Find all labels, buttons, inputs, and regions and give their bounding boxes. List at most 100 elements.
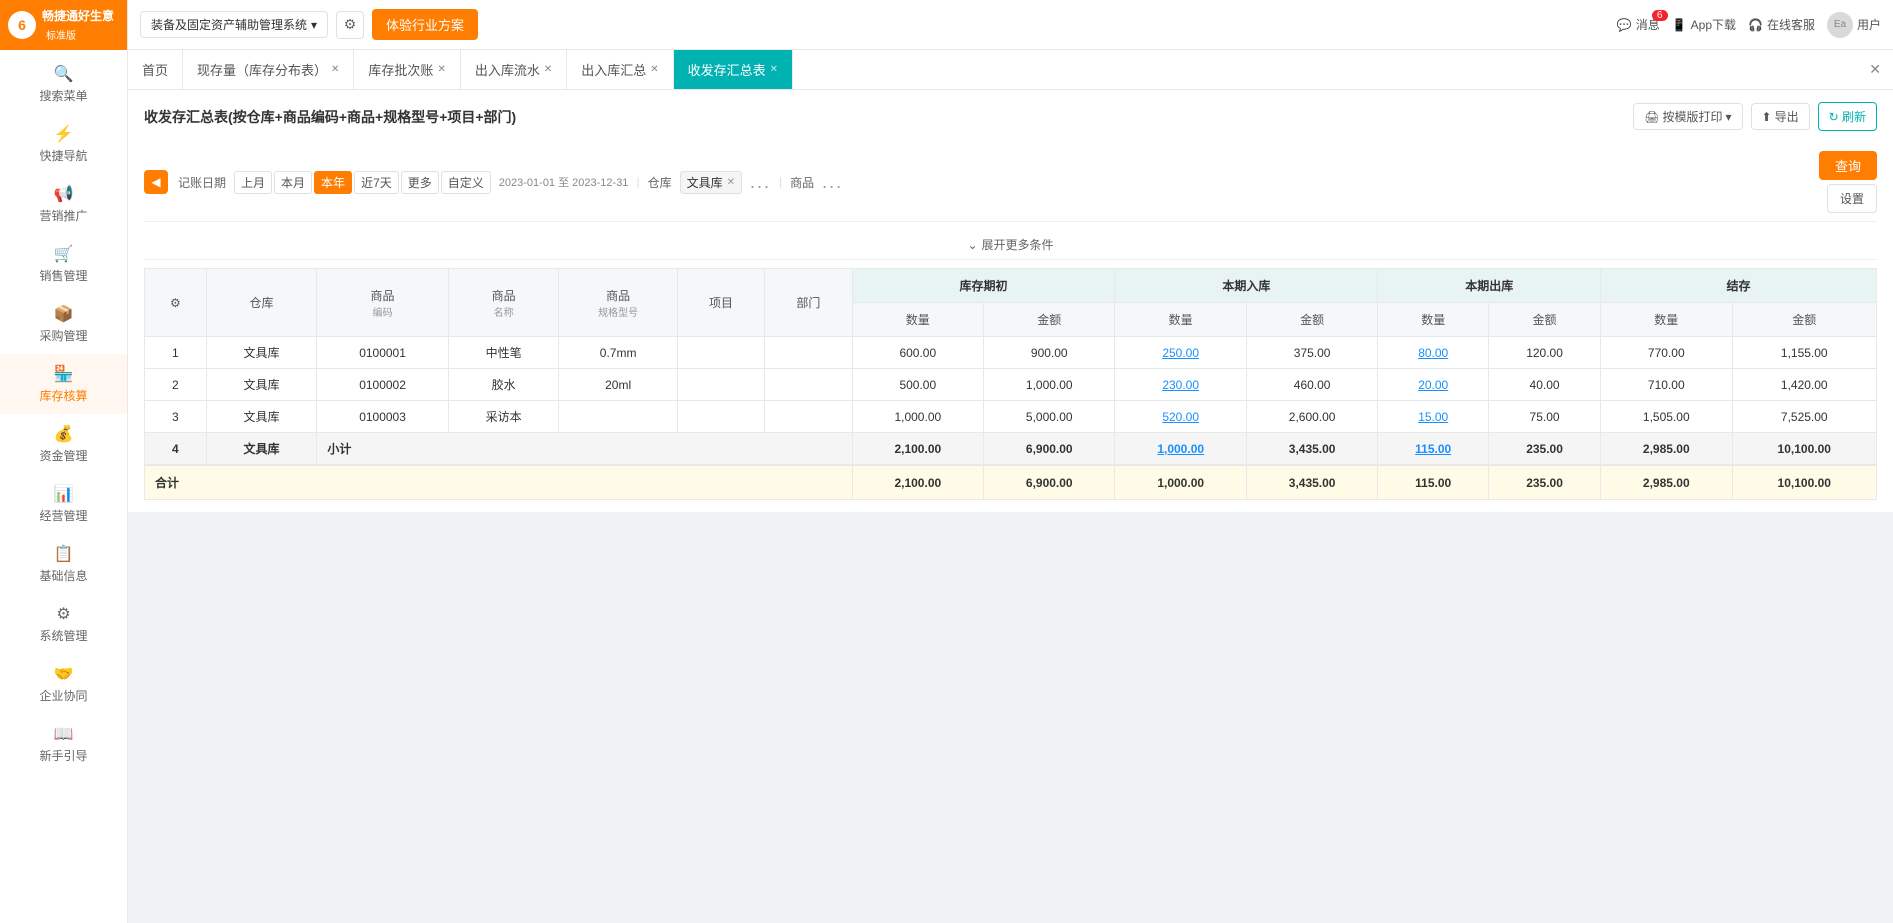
expand-down-icon: ⌄ [967,238,977,252]
col-open-qty-header: 数量 [852,303,983,337]
online-service-button[interactable]: 🎧 在线客服 [1748,16,1815,33]
tab-batch[interactable]: 库存批次账✕ [354,50,460,90]
cell-spec: 20ml [559,369,677,401]
col-settings-header[interactable]: ⚙ [145,269,207,337]
cell-out-qty[interactable]: 15.00 [1378,401,1489,433]
filter-collapse-button[interactable]: ◀ [144,170,168,194]
app-download-button[interactable]: 📱 App下载 [1672,16,1736,33]
sidebar-item-collab[interactable]: 🤝 企业协同 [0,654,127,714]
table-row: 2 文具库 0100002 胶水 20ml 500.00 1,000.00 23… [145,369,1877,401]
date-btn-本月[interactable]: 本月 [274,171,312,194]
tab-close-icon[interactable]: ✕ [650,64,658,75]
print-btn[interactable]: 🖨 按模版打印 ▾ [1633,103,1742,130]
col-in-qty-header: 数量 [1115,303,1246,337]
experience-btn[interactable]: 体验行业方案 [372,9,478,40]
query-button[interactable]: 查询 [1819,151,1877,180]
refresh-btn[interactable]: ↻ 刷新 [1818,102,1877,131]
subtotal-out-amt: 235.00 [1489,433,1601,466]
guide-icon: 📖 [54,724,74,744]
tab-close-icon[interactable]: ✕ [770,64,778,75]
sidebar-item-sales[interactable]: 🛒 销售管理 [0,234,127,294]
cell-open-qty: 600.00 [852,337,983,369]
setting-button[interactable]: 设置 [1827,184,1877,213]
filter-bar: ◀ 记账日期 上月本月本年近7天更多自定义 2023-01-01 至 2023-… [144,143,1877,222]
cell-close-qty: 710.00 [1601,369,1732,401]
finance-icon: 💰 [54,424,74,444]
cell-open-amt: 900.00 [984,337,1115,369]
expand-more-button[interactable]: ⌄ 展开更多条件 [144,230,1877,260]
cell-in-qty[interactable]: 520.00 [1115,401,1246,433]
inventory-icon: 🏪 [54,364,74,384]
cell-out-qty[interactable]: 20.00 [1378,369,1489,401]
cell-no: 1 [145,337,207,369]
main-content: 装备及固定资产辅助管理系统 ▾ ⚙ 体验行业方案 💬 消息 6 📱 App下载 … [128,0,1893,923]
message-icon: 💬 [1617,18,1632,32]
sidebar-item-system[interactable]: ⚙系统管理 [0,594,127,654]
logo-text: 畅捷通好生意 标准版 [42,7,114,43]
subtotal-out-qty[interactable]: 115.00 [1378,433,1489,466]
sidebar-item-operation[interactable]: 📊经营管理 [0,474,127,534]
date-btn-自定义[interactable]: 自定义 [441,171,491,194]
cell-in-qty[interactable]: 230.00 [1115,369,1246,401]
tab-stock-dist[interactable]: 现存量（库存分布表） ✕ [183,50,354,90]
sidebar-item-base[interactable]: 📋基础信息 [0,534,127,594]
subtotal-open-qty: 2,100.00 [852,433,983,466]
cell-out-qty[interactable]: 80.00 [1378,337,1489,369]
sidebar-item-label: 企业协同 [39,687,87,704]
warehouse-value: 文具库 [687,174,723,191]
goods-more-button[interactable]: ... [822,172,843,193]
warehouse-more-button[interactable]: ... [750,172,771,193]
sidebar-item-purchase[interactable]: 📦采购管理 [0,294,127,354]
tab-close-icon[interactable]: ✕ [544,64,552,75]
sidebar-item-guide[interactable]: 📖新手引导 [0,714,127,774]
cell-spec: 0.7mm [559,337,677,369]
date-btn-近7天[interactable]: 近7天 [354,171,399,194]
tab-label: 收发存汇总表 [688,60,766,79]
table-row: 3 文具库 0100003 采访本 1,000.00 5,000.00 520.… [145,401,1877,433]
sidebar-item-search[interactable]: 🔍搜索菜单 [0,54,127,114]
sidebar-item-label: 销售管理 [39,267,87,284]
tabbar-close-button[interactable]: ✕ [1857,61,1893,78]
goods-label: 商品 [790,174,814,191]
tab-inout-sum[interactable]: 出入库汇总✕ [567,50,673,90]
cell-open-qty: 500.00 [852,369,983,401]
export-btn[interactable]: ⬆ 导出 [1751,103,1810,130]
subtotal-no: 4 [145,433,207,466]
phone-icon: 📱 [1672,18,1687,32]
tab-receive-sum[interactable]: 收发存汇总表 ✕ [674,50,793,90]
tab-home[interactable]: 首页 [128,50,183,90]
date-btn-本年[interactable]: 本年 [314,171,352,194]
tab-close-icon[interactable]: ✕ [331,64,339,75]
table-total-row: 合计 2,100.00 6,900.00 1,000.00 3,435.00 1… [145,465,1877,500]
col-out-qty-header: 数量 [1378,303,1489,337]
cell-in-qty[interactable]: 250.00 [1115,337,1246,369]
warehouse-remove-button[interactable]: ✕ [727,177,735,188]
total-in-amt: 3,435.00 [1246,465,1377,500]
user-menu[interactable]: Ea 用户 [1827,12,1881,38]
tab-label: 现存量（库存分布表） [197,60,327,79]
tab-flow[interactable]: 出入库流水✕ [461,50,567,90]
col-out-header: 本期出库 [1378,269,1601,303]
date-btn-更多[interactable]: 更多 [401,171,439,194]
purchase-icon: 📦 [54,304,74,324]
date-buttons: 上月本月本年近7天更多自定义 [234,171,491,194]
base-icon: 📋 [54,544,74,564]
sidebar-item-finance[interactable]: 💰资金管理 [0,414,127,474]
sidebar-item-inventory[interactable]: 🏪库存核算 [0,354,127,414]
settings-button[interactable]: ⚙ [336,11,364,39]
cell-dept [765,401,852,433]
system-selector[interactable]: 装备及固定资产辅助管理系统 ▾ [140,11,328,38]
subtotal-in-qty[interactable]: 1,000.00 [1115,433,1246,466]
cell-open-qty: 1,000.00 [852,401,983,433]
cell-name: 胶水 [448,369,559,401]
cell-project [677,369,764,401]
collab-icon: 🤝 [54,664,74,684]
date-btn-上月[interactable]: 上月 [234,171,272,194]
tab-close-icon[interactable]: ✕ [437,64,445,75]
message-button[interactable]: 💬 消息 6 [1617,16,1660,33]
sidebar-item-quicknav[interactable]: ⚡快捷导航 [0,114,127,174]
cell-project [677,337,764,369]
sidebar-item-marketing[interactable]: 📢营销推广 [0,174,127,234]
subtotal-row: 4 文具库 小计 2,100.00 6,900.00 1,000.00 3,43… [145,433,1877,466]
sales-icon: 🛒 [54,244,74,264]
